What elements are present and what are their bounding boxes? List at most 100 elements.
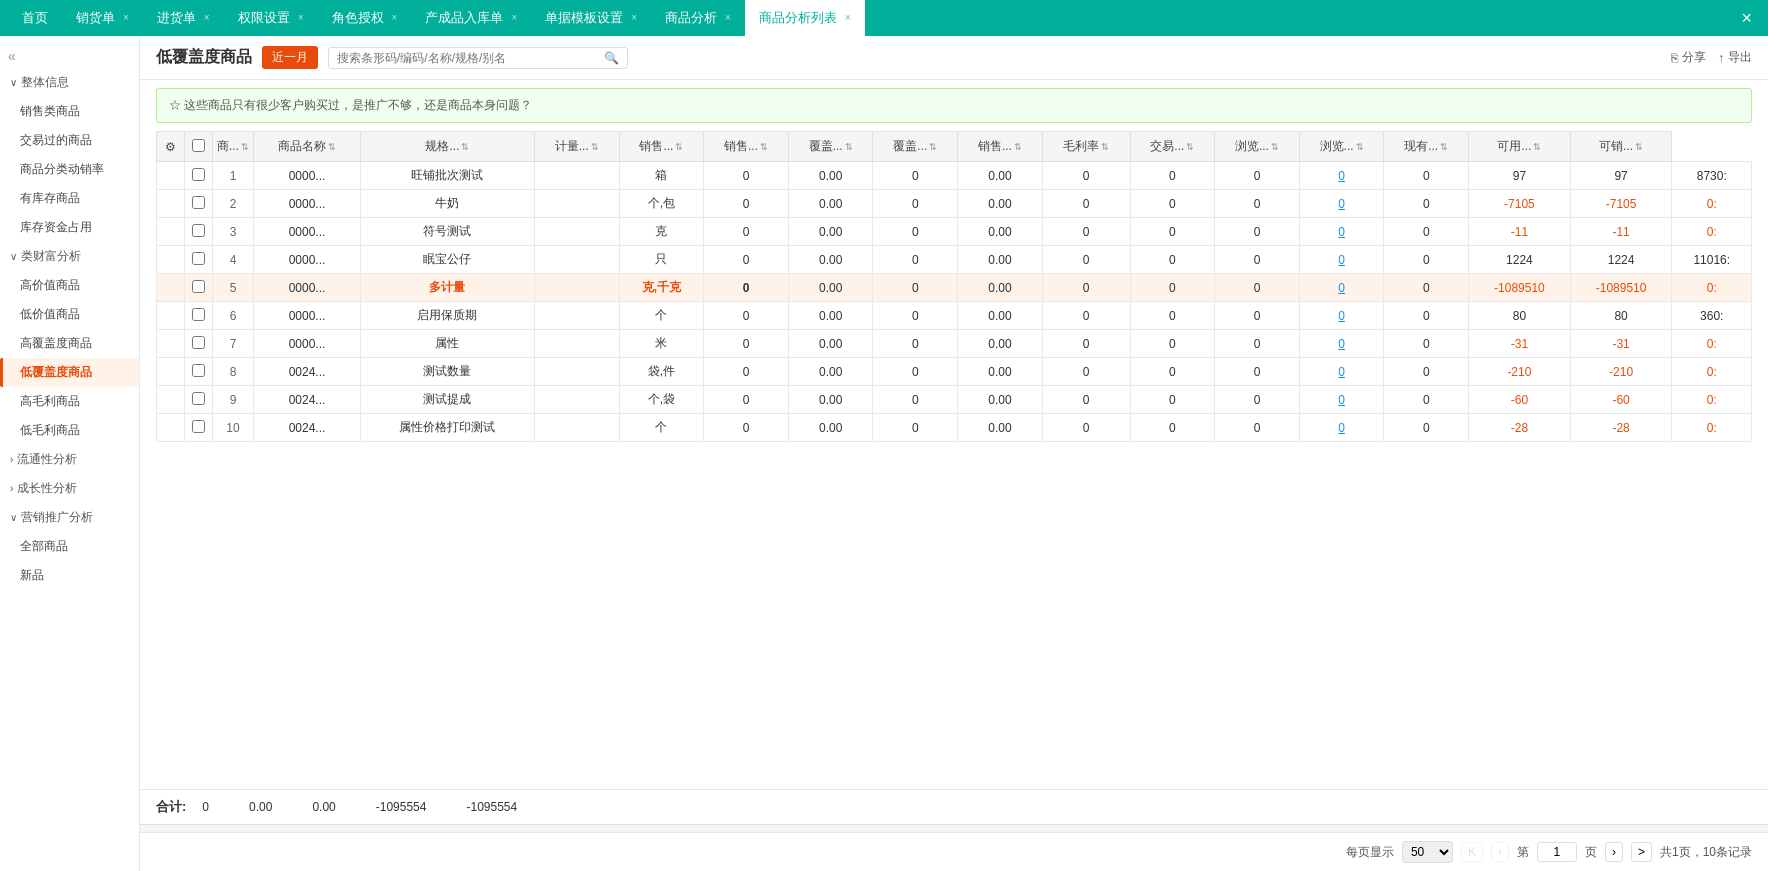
row-checkbox-5[interactable] xyxy=(185,302,213,330)
export-button[interactable]: ↑ 导出 xyxy=(1718,49,1752,66)
prev-page-button[interactable]: ‹ xyxy=(1491,842,1509,862)
col-header-sales-qty[interactable]: 销售...⇅ xyxy=(619,132,704,162)
row-checkbox-4[interactable] xyxy=(185,274,213,302)
row-browse1-2[interactable]: 0 xyxy=(1299,218,1384,246)
col-header-code[interactable]: 商...⇅ xyxy=(213,132,254,162)
nav-tab-template[interactable]: 单据模板设置 × xyxy=(531,0,651,36)
row-checkbox-9[interactable] xyxy=(185,414,213,442)
sidebar-item-low-value[interactable]: 低价值商品 xyxy=(0,300,139,329)
sidebar-item-high-value[interactable]: 高价值商品 xyxy=(0,271,139,300)
search-input[interactable] xyxy=(337,51,599,65)
checkbox-col-header[interactable] xyxy=(185,132,213,162)
nav-tab-permission[interactable]: 权限设置 × xyxy=(224,0,318,36)
close-permission-icon[interactable]: × xyxy=(298,0,304,36)
row-browse1-9[interactable]: 0 xyxy=(1299,414,1384,442)
row-browse1-0[interactable]: 0 xyxy=(1299,162,1384,190)
nav-tab-home[interactable]: 首页 xyxy=(8,0,62,36)
row-checkbox-3[interactable] xyxy=(185,246,213,274)
nav-tab-sales-order[interactable]: 销货单 × xyxy=(62,0,143,36)
row-check-1[interactable] xyxy=(192,196,205,209)
col-header-sales-amt[interactable]: 销售...⇅ xyxy=(704,132,789,162)
close-product-analysis-icon[interactable]: × xyxy=(725,0,731,36)
row-check-0[interactable] xyxy=(192,168,205,181)
row-browse1-5[interactable]: 0 xyxy=(1299,302,1384,330)
col-header-spec[interactable]: 规格...⇅ xyxy=(360,132,534,162)
sidebar-section-liquidity[interactable]: › 流通性分析 xyxy=(0,445,139,474)
row-browse1-6[interactable]: 0 xyxy=(1299,330,1384,358)
row-checkbox-0[interactable] xyxy=(185,162,213,190)
col-header-cover1[interactable]: 覆盖...⇅ xyxy=(788,132,873,162)
row-browse1-7[interactable]: 0 xyxy=(1299,358,1384,386)
close-finished-goods-icon[interactable]: × xyxy=(511,0,517,36)
sidebar-item-sales-goods[interactable]: 销售类商品 xyxy=(0,97,139,126)
row-sellable-1: 0: xyxy=(1672,190,1752,218)
col-header-trade[interactable]: 交易...⇅ xyxy=(1130,132,1215,162)
nav-tab-finished-goods[interactable]: 产成品入库单 × xyxy=(411,0,531,36)
row-checkbox-2[interactable] xyxy=(185,218,213,246)
close-template-icon[interactable]: × xyxy=(631,0,637,36)
sidebar-section-overall[interactable]: ∨ 整体信息 xyxy=(0,68,139,97)
settings-col-header[interactable]: ⚙ xyxy=(157,132,185,162)
close-all-button[interactable]: × xyxy=(1733,8,1760,29)
horizontal-scrollbar[interactable] xyxy=(140,824,1768,832)
col-header-sales3[interactable]: 销售...⇅ xyxy=(958,132,1043,162)
nav-tab-product-analysis-list[interactable]: 商品分析列表 × xyxy=(745,0,865,36)
row-checkbox-6[interactable] xyxy=(185,330,213,358)
sidebar-section-growth[interactable]: › 成长性分析 xyxy=(0,474,139,503)
select-all-checkbox[interactable] xyxy=(192,139,205,152)
col-header-available-stock[interactable]: 可用...⇅ xyxy=(1469,132,1571,162)
nav-tab-purchase-order[interactable]: 进货单 × xyxy=(143,0,224,36)
row-check-5[interactable] xyxy=(192,308,205,321)
page-size-select[interactable]: 20 50 100 200 xyxy=(1402,841,1453,863)
next-page-button[interactable]: › xyxy=(1605,842,1623,862)
sidebar-item-high-coverage[interactable]: 高覆盖度商品 xyxy=(0,329,139,358)
col-header-unit[interactable]: 计量...⇅ xyxy=(534,132,619,162)
sidebar-item-all-goods[interactable]: 全部商品 xyxy=(0,532,139,561)
sidebar-item-traded-goods[interactable]: 交易过的商品 xyxy=(0,126,139,155)
row-check-8[interactable] xyxy=(192,392,205,405)
row-current-stock-0: 97 xyxy=(1469,162,1571,190)
col-header-browse2[interactable]: 浏览...⇅ xyxy=(1299,132,1384,162)
nav-tab-role[interactable]: 角色授权 × xyxy=(318,0,412,36)
row-browse1-1[interactable]: 0 xyxy=(1299,190,1384,218)
close-purchase-icon[interactable]: × xyxy=(204,0,210,36)
sidebar-section-wealth[interactable]: ∨ 类财富分析 xyxy=(0,242,139,271)
sidebar-item-stock-capital[interactable]: 库存资金占用 xyxy=(0,213,139,242)
last-page-button[interactable]: > xyxy=(1631,842,1652,862)
row-check-6[interactable] xyxy=(192,336,205,349)
sidebar-item-with-stock[interactable]: 有库存商品 xyxy=(0,184,139,213)
sidebar-item-high-margin[interactable]: 高毛利商品 xyxy=(0,387,139,416)
first-page-button[interactable]: K xyxy=(1461,842,1483,862)
share-button[interactable]: ⎘ 分享 xyxy=(1671,49,1706,66)
col-header-margin[interactable]: 毛利率⇅ xyxy=(1042,132,1130,162)
row-check-3[interactable] xyxy=(192,252,205,265)
row-browse1-4[interactable]: 0 xyxy=(1299,274,1384,302)
page-input[interactable] xyxy=(1537,842,1577,862)
search-icon[interactable]: 🔍 xyxy=(604,51,619,65)
row-checkbox-1[interactable] xyxy=(185,190,213,218)
close-sales-order-icon[interactable]: × xyxy=(123,0,129,36)
row-browse1-8[interactable]: 0 xyxy=(1299,386,1384,414)
close-analysis-list-icon[interactable]: × xyxy=(845,0,851,36)
col-header-sellable[interactable]: 可销...⇅ xyxy=(1570,132,1672,162)
sidebar-item-low-coverage[interactable]: 低覆盖度商品 xyxy=(0,358,139,387)
nav-tab-product-analysis[interactable]: 商品分析 × xyxy=(651,0,745,36)
row-checkbox-7[interactable] xyxy=(185,358,213,386)
row-check-2[interactable] xyxy=(192,224,205,237)
col-header-current-stock[interactable]: 现有...⇅ xyxy=(1384,132,1469,162)
sidebar-item-low-margin[interactable]: 低毛利商品 xyxy=(0,416,139,445)
sidebar-item-new-goods[interactable]: 新品 xyxy=(0,561,139,590)
sidebar-section-marketing[interactable]: ∨ 营销推广分析 xyxy=(0,503,139,532)
row-check-9[interactable] xyxy=(192,420,205,433)
row-check-4[interactable] xyxy=(192,280,205,293)
col-header-browse1[interactable]: 浏览...⇅ xyxy=(1215,132,1300,162)
row-checkbox-8[interactable] xyxy=(185,386,213,414)
close-role-icon[interactable]: × xyxy=(392,0,398,36)
sidebar-collapse-btn[interactable]: « xyxy=(8,48,16,64)
col-header-cover2[interactable]: 覆盖...⇅ xyxy=(873,132,958,162)
row-browse1-3[interactable]: 0 xyxy=(1299,246,1384,274)
filter-button[interactable]: 近一月 xyxy=(262,46,318,69)
sidebar-item-category-rate[interactable]: 商品分类动销率 xyxy=(0,155,139,184)
col-header-name[interactable]: 商品名称⇅ xyxy=(254,132,361,162)
row-check-7[interactable] xyxy=(192,364,205,377)
